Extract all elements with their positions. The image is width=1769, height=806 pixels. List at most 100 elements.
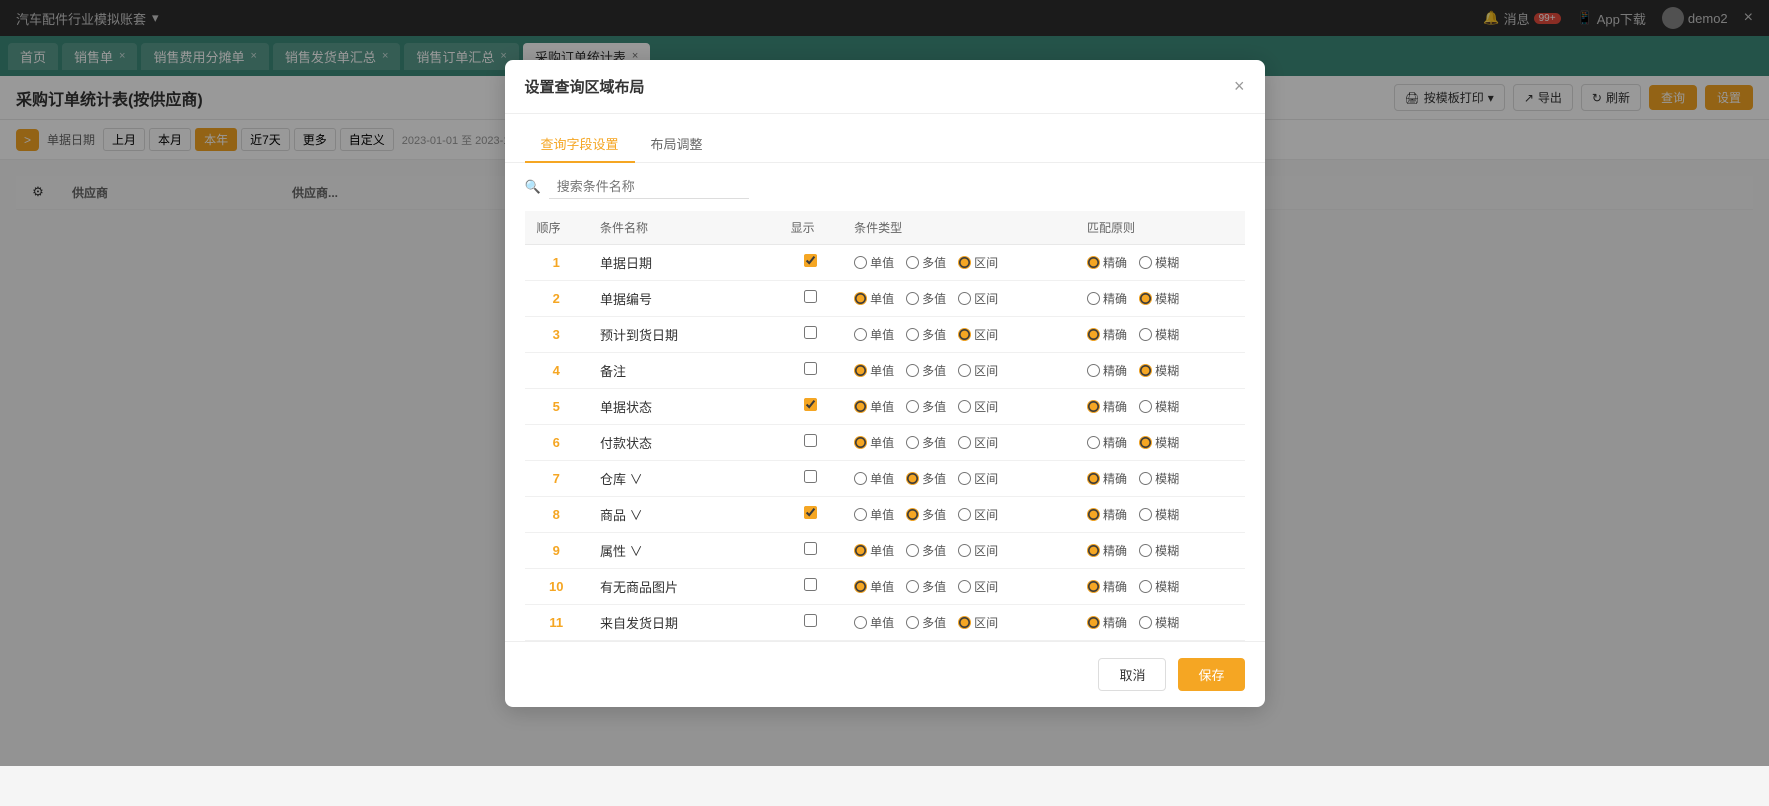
type-radio-多值-8[interactable] [906,508,919,521]
type-radio-label-单值-10[interactable]: 单值 [854,578,894,595]
match-radio-模糊-2[interactable] [1139,292,1152,305]
match-radio-精确-8[interactable] [1087,508,1100,521]
modal-tab-layout[interactable]: 布局调整 [635,126,719,163]
type-radio-label-多值-4[interactable]: 多值 [906,362,946,379]
match-radio-label-模糊-6[interactable]: 模糊 [1139,434,1179,451]
type-radio-label-区间-5[interactable]: 区间 [958,398,998,415]
type-radio-label-多值-3[interactable]: 多值 [906,326,946,343]
type-radio-多值-3[interactable] [906,328,919,341]
display-checkbox-2[interactable] [804,290,817,303]
type-radio-区间-3[interactable] [958,328,971,341]
type-radio-label-区间-3[interactable]: 区间 [958,326,998,343]
type-radio-单值-7[interactable] [854,472,867,485]
type-radio-label-单值-1[interactable]: 单值 [854,254,894,271]
type-radio-label-多值-11[interactable]: 多值 [906,614,946,631]
type-radio-label-多值-7[interactable]: 多值 [906,470,946,487]
match-radio-精确-7[interactable] [1087,472,1100,485]
match-radio-模糊-11[interactable] [1139,616,1152,629]
type-radio-label-区间-2[interactable]: 区间 [958,290,998,307]
display-checkbox-4[interactable] [804,362,817,375]
type-radio-多值-5[interactable] [906,400,919,413]
match-radio-模糊-9[interactable] [1139,544,1152,557]
type-radio-label-单值-5[interactable]: 单值 [854,398,894,415]
type-radio-label-多值-1[interactable]: 多值 [906,254,946,271]
type-radio-区间-5[interactable] [958,400,971,413]
type-radio-label-单值-8[interactable]: 单值 [854,506,894,523]
match-radio-label-精确-6[interactable]: 精确 [1087,434,1127,451]
display-checkbox-10[interactable] [804,578,817,591]
match-radio-label-模糊-9[interactable]: 模糊 [1139,542,1179,559]
match-radio-模糊-5[interactable] [1139,400,1152,413]
type-radio-多值-11[interactable] [906,616,919,629]
display-checkbox-5[interactable] [804,398,817,411]
type-radio-区间-10[interactable] [958,580,971,593]
type-radio-区间-6[interactable] [958,436,971,449]
match-radio-label-精确-4[interactable]: 精确 [1087,362,1127,379]
type-radio-label-区间-9[interactable]: 区间 [958,542,998,559]
type-radio-区间-9[interactable] [958,544,971,557]
match-radio-label-模糊-1[interactable]: 模糊 [1139,254,1179,271]
type-radio-label-区间-6[interactable]: 区间 [958,434,998,451]
type-radio-label-区间-7[interactable]: 区间 [958,470,998,487]
type-radio-区间-4[interactable] [958,364,971,377]
display-checkbox-3[interactable] [804,326,817,339]
type-radio-单值-9[interactable] [854,544,867,557]
type-radio-多值-1[interactable] [906,256,919,269]
match-radio-精确-3[interactable] [1087,328,1100,341]
match-radio-label-精确-5[interactable]: 精确 [1087,398,1127,415]
type-radio-label-单值-3[interactable]: 单值 [854,326,894,343]
display-checkbox-7[interactable] [804,470,817,483]
match-radio-label-模糊-7[interactable]: 模糊 [1139,470,1179,487]
type-radio-单值-6[interactable] [854,436,867,449]
type-radio-多值-10[interactable] [906,580,919,593]
type-radio-label-区间-4[interactable]: 区间 [958,362,998,379]
match-radio-精确-9[interactable] [1087,544,1100,557]
type-radio-label-单值-2[interactable]: 单值 [854,290,894,307]
save-button[interactable]: 保存 [1178,658,1244,691]
modal-tab-query-fields[interactable]: 查询字段设置 [525,126,635,163]
type-radio-label-区间-8[interactable]: 区间 [958,506,998,523]
match-radio-label-模糊-8[interactable]: 模糊 [1139,506,1179,523]
cancel-button[interactable]: 取消 [1098,658,1166,691]
type-radio-单值-2[interactable] [854,292,867,305]
match-radio-label-模糊-5[interactable]: 模糊 [1139,398,1179,415]
match-radio-模糊-3[interactable] [1139,328,1152,341]
match-radio-label-模糊-3[interactable]: 模糊 [1139,326,1179,343]
type-radio-区间-8[interactable] [958,508,971,521]
type-radio-label-多值-2[interactable]: 多值 [906,290,946,307]
display-checkbox-9[interactable] [804,542,817,555]
type-radio-label-单值-7[interactable]: 单值 [854,470,894,487]
match-radio-模糊-10[interactable] [1139,580,1152,593]
type-radio-label-单值-6[interactable]: 单值 [854,434,894,451]
type-radio-label-多值-10[interactable]: 多值 [906,578,946,595]
match-radio-模糊-6[interactable] [1139,436,1152,449]
match-radio-精确-4[interactable] [1087,364,1100,377]
type-radio-多值-9[interactable] [906,544,919,557]
match-radio-label-精确-1[interactable]: 精确 [1087,254,1127,271]
type-radio-区间-11[interactable] [958,616,971,629]
type-radio-label-区间-10[interactable]: 区间 [958,578,998,595]
type-radio-多值-4[interactable] [906,364,919,377]
display-checkbox-11[interactable] [804,614,817,627]
match-radio-精确-6[interactable] [1087,436,1100,449]
match-radio-精确-2[interactable] [1087,292,1100,305]
type-radio-label-单值-11[interactable]: 单值 [854,614,894,631]
type-radio-单值-3[interactable] [854,328,867,341]
match-radio-label-精确-7[interactable]: 精确 [1087,470,1127,487]
type-radio-label-单值-4[interactable]: 单值 [854,362,894,379]
match-radio-精确-1[interactable] [1087,256,1100,269]
match-radio-模糊-4[interactable] [1139,364,1152,377]
match-radio-label-精确-10[interactable]: 精确 [1087,578,1127,595]
match-radio-label-模糊-10[interactable]: 模糊 [1139,578,1179,595]
type-radio-多值-2[interactable] [906,292,919,305]
match-radio-模糊-7[interactable] [1139,472,1152,485]
match-radio-label-模糊-11[interactable]: 模糊 [1139,614,1179,631]
match-radio-精确-5[interactable] [1087,400,1100,413]
type-radio-多值-6[interactable] [906,436,919,449]
display-checkbox-6[interactable] [804,434,817,447]
match-radio-label-精确-9[interactable]: 精确 [1087,542,1127,559]
match-radio-label-精确-3[interactable]: 精确 [1087,326,1127,343]
match-radio-模糊-1[interactable] [1139,256,1152,269]
match-radio-label-模糊-4[interactable]: 模糊 [1139,362,1179,379]
type-radio-label-区间-11[interactable]: 区间 [958,614,998,631]
